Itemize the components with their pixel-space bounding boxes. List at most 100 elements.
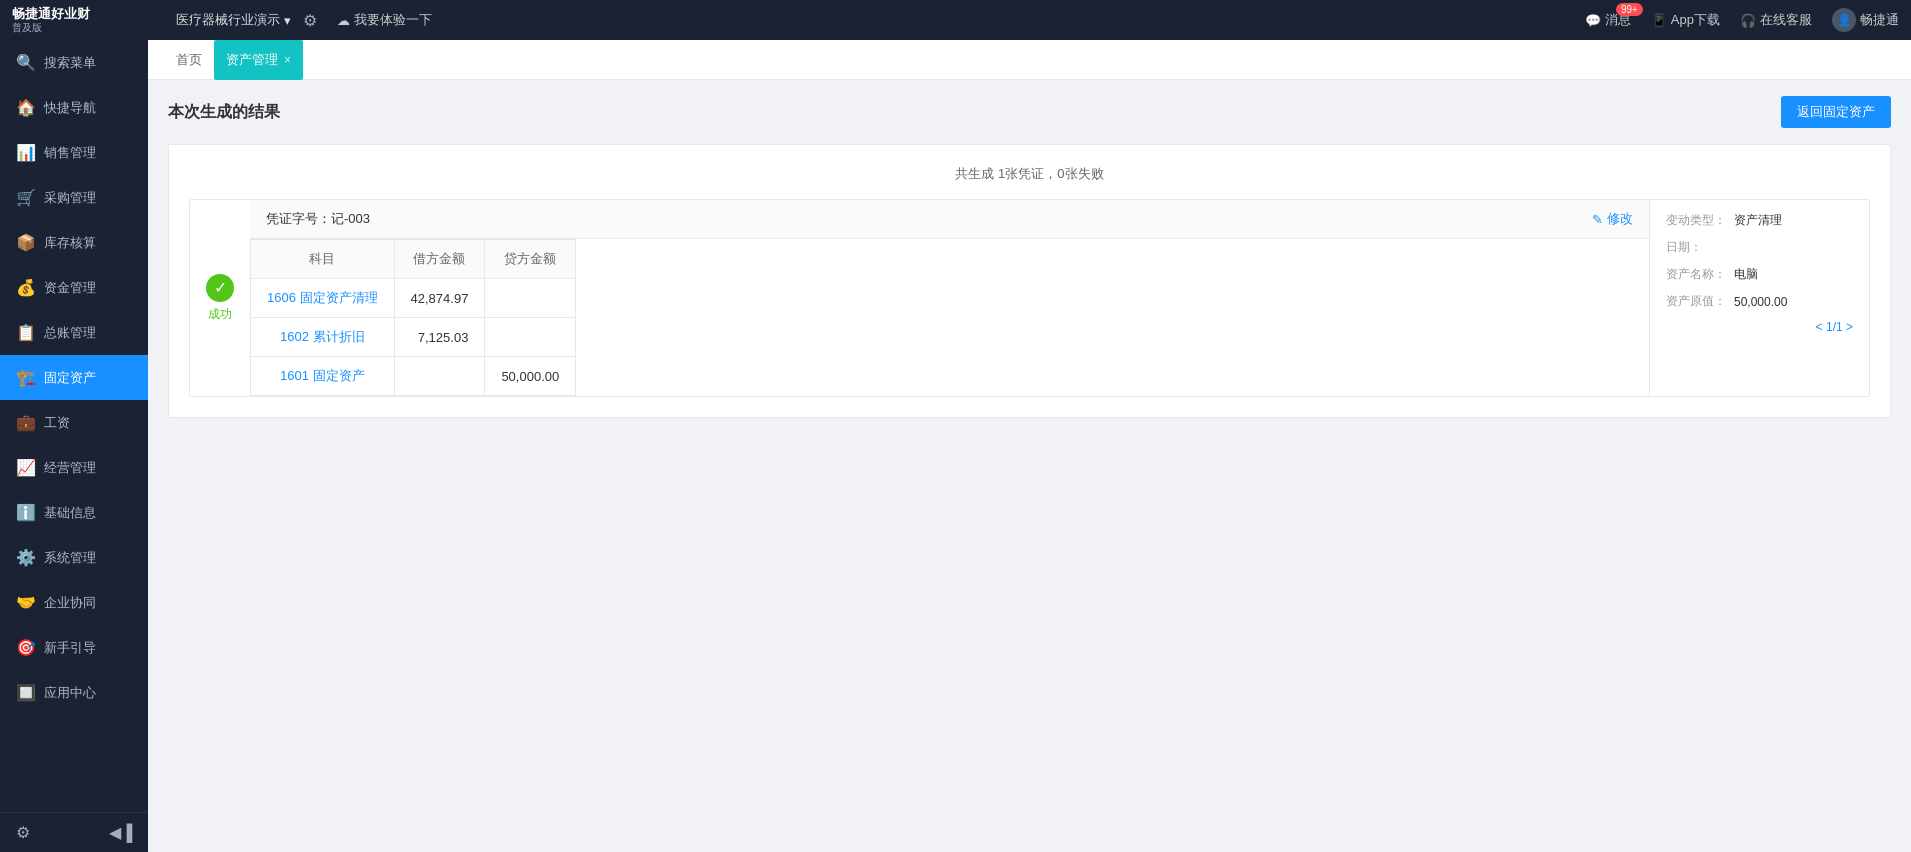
logo-area: 畅捷通好业财 普及版 xyxy=(12,6,160,34)
cell-subject-0: 1606 固定资产清理 xyxy=(251,279,395,318)
sidebar-item-sales[interactable]: 📊 销售管理 xyxy=(0,130,148,175)
voucher-section: ✓ 成功 凭证字号：记-003 ✎ 修改 xyxy=(189,199,1870,397)
sidebar-label-operations: 经营管理 xyxy=(44,459,96,477)
tab-label-home: 首页 xyxy=(176,51,202,69)
logo-title: 畅捷通好业财 xyxy=(12,6,90,22)
app-download-btn[interactable]: 📱 App下载 xyxy=(1651,11,1720,29)
user-name: 畅捷通 xyxy=(1860,11,1899,29)
cell-credit-1 xyxy=(485,318,576,357)
sidebar-icon-finance: 💰 xyxy=(16,278,34,297)
top-header: 畅捷通好业财 普及版 医疗器械行业演示 ▾ ⚙ ☁ 我要体验一下 💬 消息 99… xyxy=(0,0,1911,40)
sidebar-item-ledger[interactable]: 📋 总账管理 xyxy=(0,310,148,355)
col-subject: 科目 xyxy=(251,240,395,279)
prev-page-icon[interactable]: < xyxy=(1816,320,1823,334)
detail-change-type: 变动类型： 资产清理 xyxy=(1666,212,1853,229)
sidebar-item-operations[interactable]: 📈 经营管理 xyxy=(0,445,148,490)
headset-icon: 🎧 xyxy=(1740,13,1756,28)
edit-label: 修改 xyxy=(1607,210,1633,228)
sidebar-icon-sales: 📊 xyxy=(16,143,34,162)
page-title: 本次生成的结果 xyxy=(168,102,280,123)
company-name: 医疗器械行业演示 xyxy=(176,11,280,29)
phone-icon: 📱 xyxy=(1651,13,1667,28)
sidebar-icon-ledger: 📋 xyxy=(16,323,34,342)
collapse-sidebar-icon[interactable]: ◀▐ xyxy=(109,823,132,842)
original-value-label: 资产原值： xyxy=(1666,293,1726,310)
sidebar-icon-app-center: 🔲 xyxy=(16,683,34,702)
message-btn[interactable]: 💬 消息 99+ xyxy=(1585,11,1631,29)
sidebar-label-purchase: 采购管理 xyxy=(44,189,96,207)
sidebar-item-basic-info[interactable]: ℹ️ 基础信息 xyxy=(0,490,148,535)
tab-home[interactable]: 首页 xyxy=(164,40,214,80)
cloud-icon: ☁ xyxy=(337,13,350,28)
main-layout: 🔍 搜索菜单 🏠 快捷导航 📊 销售管理 🛒 采购管理 📦 库存核算 💰 资金管… xyxy=(0,40,1911,852)
tab-asset-mgmt[interactable]: 资产管理× xyxy=(214,40,303,80)
success-indicator: ✓ 成功 xyxy=(190,200,250,396)
table-header-row: 科目 借方金额 贷方金额 xyxy=(251,240,576,279)
sidebar-label-basic-info: 基础信息 xyxy=(44,504,96,522)
voucher-table: 科目 借方金额 贷方金额 1606 固定资产清理 42,874.97 1602 … xyxy=(250,239,576,396)
content-area: 首页资产管理× 本次生成的结果 返回固定资产 共生成 1张凭证，0张失败 ✓ 成… xyxy=(148,40,1911,852)
sidebar-icon-operations: 📈 xyxy=(16,458,34,477)
cell-credit-2: 50,000.00 xyxy=(485,357,576,396)
cell-subject-1: 1602 累计折旧 xyxy=(251,318,395,357)
experience-btn[interactable]: ☁ 我要体验一下 xyxy=(337,11,432,29)
voucher-number: 凭证字号：记-003 xyxy=(266,210,370,228)
sidebar-icon-system: ⚙️ xyxy=(16,548,34,567)
logo-subtitle: 普及版 xyxy=(12,22,42,34)
sidebar-icon-fixed-assets: 🏗️ xyxy=(16,368,34,387)
change-type-value: 资产清理 xyxy=(1734,212,1782,229)
sidebar-item-system[interactable]: ⚙️ 系统管理 xyxy=(0,535,148,580)
tab-close-asset-mgmt[interactable]: × xyxy=(284,53,291,67)
user-profile-btn[interactable]: 👤 畅捷通 xyxy=(1832,8,1899,32)
sidebar-label-sales: 销售管理 xyxy=(44,144,96,162)
sidebar-scroll: 🔍 搜索菜单 🏠 快捷导航 📊 销售管理 🛒 采购管理 📦 库存核算 💰 资金管… xyxy=(0,40,148,812)
sidebar-item-guide[interactable]: 🎯 新手引导 xyxy=(0,625,148,670)
success-text: 成功 xyxy=(208,306,232,323)
return-button[interactable]: 返回固定资产 xyxy=(1781,96,1891,128)
sidebar-item-quick-nav[interactable]: 🏠 快捷导航 xyxy=(0,85,148,130)
result-summary: 共生成 1张凭证，0张失败 xyxy=(189,165,1870,183)
change-type-label: 变动类型： xyxy=(1666,212,1726,229)
cell-debit-2 xyxy=(394,357,485,396)
message-badge: 99+ xyxy=(1616,3,1643,16)
sidebar-icon-search: 🔍 xyxy=(16,53,34,72)
next-page-icon[interactable]: > xyxy=(1846,320,1853,334)
sidebar-item-inventory[interactable]: 📦 库存核算 xyxy=(0,220,148,265)
app-download-label: App下载 xyxy=(1671,11,1720,29)
sidebar-item-app-center[interactable]: 🔲 应用中心 xyxy=(0,670,148,715)
customer-service-btn[interactable]: 🎧 在线客服 xyxy=(1740,11,1812,29)
sidebar-item-fixed-assets[interactable]: 🏗️ 固定资产 xyxy=(0,355,148,400)
success-icon: ✓ xyxy=(206,274,234,302)
result-panel: 共生成 1张凭证，0张失败 ✓ 成功 凭证字号：记-003 ✎ 修改 xyxy=(168,144,1891,418)
settings-icon-btn[interactable]: ⚙ xyxy=(303,11,317,30)
sidebar-item-salary[interactable]: 💼 工资 xyxy=(0,400,148,445)
detail-date: 日期： xyxy=(1666,239,1853,256)
sidebar-item-finance[interactable]: 💰 资金管理 xyxy=(0,265,148,310)
sidebar-icon-inventory: 📦 xyxy=(16,233,34,252)
voucher-table-head: 科目 借方金额 贷方金额 xyxy=(251,240,576,279)
message-icon: 💬 xyxy=(1585,13,1601,28)
sidebar-icon-quick-nav: 🏠 xyxy=(16,98,34,117)
sidebar-footer: ⚙ ◀▐ xyxy=(0,812,148,852)
sidebar-item-purchase[interactable]: 🛒 采购管理 xyxy=(0,175,148,220)
detail-asset-name: 资产名称： 电脑 xyxy=(1666,266,1853,283)
sidebar-item-enterprise[interactable]: 🤝 企业协同 xyxy=(0,580,148,625)
settings-footer-icon[interactable]: ⚙ xyxy=(16,823,30,842)
detail-original-value: 资产原值： 50,000.00 xyxy=(1666,293,1853,310)
side-detail: 变动类型： 资产清理 日期： 资产名称： 电脑 资产原值： xyxy=(1649,200,1869,396)
company-selector[interactable]: 医疗器械行业演示 ▾ xyxy=(176,11,291,29)
table-row: 1606 固定资产清理 42,874.97 xyxy=(251,279,576,318)
sidebar-label-salary: 工资 xyxy=(44,414,70,432)
edit-button[interactable]: ✎ 修改 xyxy=(1592,210,1633,228)
sidebar-item-search[interactable]: 🔍 搜索菜单 xyxy=(0,40,148,85)
voucher-header-row: 凭证字号：记-003 ✎ 修改 xyxy=(250,200,1649,239)
header-right: 💬 消息 99+ 📱 App下载 🎧 在线客服 👤 畅捷通 xyxy=(1585,8,1899,32)
avatar: 👤 xyxy=(1832,8,1856,32)
original-value-value: 50,000.00 xyxy=(1734,295,1787,309)
sidebar-label-search: 搜索菜单 xyxy=(44,54,96,72)
table-row: 1602 累计折旧 7,125.03 xyxy=(251,318,576,357)
date-label: 日期： xyxy=(1666,239,1702,256)
cell-subject-2: 1601 固定资产 xyxy=(251,357,395,396)
sidebar-icon-basic-info: ℹ️ xyxy=(16,503,34,522)
table-row: 1601 固定资产 50,000.00 xyxy=(251,357,576,396)
